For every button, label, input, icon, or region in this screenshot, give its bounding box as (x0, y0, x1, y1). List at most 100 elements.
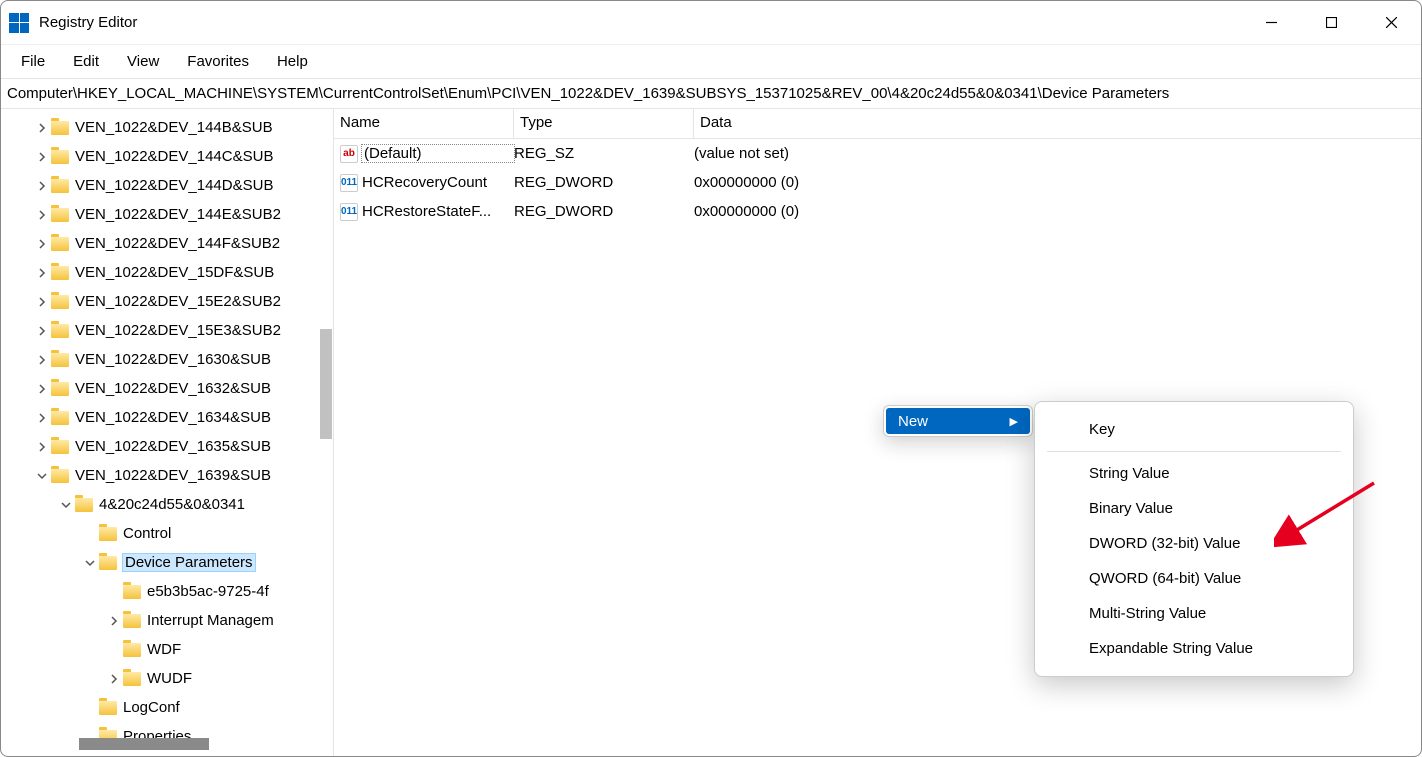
value-type: REG_DWORD (514, 203, 694, 220)
tree-expand-icon[interactable] (105, 670, 123, 688)
window-title: Registry Editor (39, 14, 1241, 31)
folder-icon (51, 440, 69, 454)
tree-item-label: VEN_1022&DEV_144F&SUB2 (75, 235, 280, 252)
tree-item-label: VEN_1022&DEV_1630&SUB (75, 351, 271, 368)
folder-icon (51, 411, 69, 425)
tree-item[interactable]: VEN_1022&DEV_1639&SUB (1, 461, 333, 490)
menu-view[interactable]: View (115, 49, 171, 74)
tree-item[interactable]: VEN_1022&DEV_144B&SUB (1, 113, 333, 142)
tree-item[interactable]: WUDF (1, 664, 333, 693)
context-item-string-value[interactable]: String Value (1035, 456, 1353, 491)
app-icon (9, 13, 29, 33)
tree-item[interactable]: VEN_1022&DEV_1635&SUB (1, 432, 333, 461)
tree-expand-icon[interactable] (33, 380, 51, 398)
context-item-dword-32-bit-value[interactable]: DWORD (32-bit) Value (1035, 526, 1353, 561)
tree-item-label: VEN_1022&DEV_15DF&SUB (75, 264, 274, 281)
folder-icon (51, 382, 69, 396)
dword-value-icon: 011 (340, 203, 358, 221)
menu-favorites[interactable]: Favorites (175, 49, 261, 74)
context-item-binary-value[interactable]: Binary Value (1035, 491, 1353, 526)
tree-expand-icon[interactable] (81, 554, 99, 572)
folder-icon (99, 527, 117, 541)
minimize-button[interactable] (1241, 1, 1301, 44)
folder-icon (51, 353, 69, 367)
context-item-multi-string-value[interactable]: Multi-String Value (1035, 596, 1353, 631)
tree-item-label: WDF (147, 641, 181, 658)
tree-expand-icon[interactable] (105, 612, 123, 630)
folder-icon (123, 672, 141, 686)
value-row[interactable]: 011HCRestoreStateF...REG_DWORD0x00000000… (334, 197, 1421, 226)
tree-expand-icon[interactable] (33, 206, 51, 224)
column-header-type[interactable]: Type (514, 109, 694, 138)
folder-icon (51, 469, 69, 483)
titlebar: Registry Editor (1, 1, 1421, 45)
tree-expand-icon[interactable] (33, 467, 51, 485)
tree-item[interactable]: Control (1, 519, 333, 548)
tree-item-label: VEN_1022&DEV_144E&SUB2 (75, 206, 281, 223)
tree-expand-icon[interactable] (33, 409, 51, 427)
value-name: HCRecoveryCount (362, 174, 514, 191)
tree-item[interactable]: VEN_1022&DEV_15DF&SUB (1, 258, 333, 287)
menu-edit[interactable]: Edit (61, 49, 111, 74)
value-data: 0x00000000 (0) (694, 174, 1421, 191)
tree-expand-icon[interactable] (33, 322, 51, 340)
tree-expand-icon[interactable] (57, 496, 75, 514)
column-header-name[interactable]: Name (334, 109, 514, 138)
tree-expand-icon[interactable] (33, 438, 51, 456)
tree-item-label: VEN_1022&DEV_1634&SUB (75, 409, 271, 426)
tree-expand-icon[interactable] (33, 177, 51, 195)
window-controls (1241, 1, 1421, 44)
menu-help[interactable]: Help (265, 49, 320, 74)
main-content: VEN_1022&DEV_144B&SUB VEN_1022&DEV_144C&S… (1, 109, 1421, 756)
tree-item[interactable]: e5b3b5ac-9725-4f (1, 577, 333, 606)
tree-expand-icon[interactable] (33, 351, 51, 369)
menu-file[interactable]: File (9, 49, 57, 74)
context-item-expandable-string-value[interactable]: Expandable String Value (1035, 631, 1353, 666)
column-header-data[interactable]: Data (694, 109, 1124, 138)
tree-item[interactable]: WDF (1, 635, 333, 664)
folder-icon (51, 121, 69, 135)
tree-item[interactable]: VEN_1022&DEV_15E2&SUB2 (1, 287, 333, 316)
context-item-new[interactable]: New ▶ (886, 408, 1030, 434)
tree-item[interactable]: Device Parameters (1, 548, 333, 577)
tree-horizontal-scrollbar-thumb[interactable] (79, 738, 209, 750)
folder-icon (99, 556, 117, 570)
tree-item[interactable]: VEN_1022&DEV_144C&SUB (1, 142, 333, 171)
dword-value-icon: 011 (340, 174, 358, 192)
tree-item-label: VEN_1022&DEV_144D&SUB (75, 177, 273, 194)
tree-expand-icon[interactable] (33, 235, 51, 253)
folder-icon (99, 701, 117, 715)
folder-icon (51, 295, 69, 309)
tree-item[interactable]: VEN_1022&DEV_1632&SUB (1, 374, 333, 403)
close-button[interactable] (1361, 1, 1421, 44)
tree-vertical-scrollbar[interactable] (319, 329, 333, 449)
maximize-button[interactable] (1301, 1, 1361, 44)
tree-pane: VEN_1022&DEV_144B&SUB VEN_1022&DEV_144C&S… (1, 109, 334, 756)
tree-item[interactable]: 4&20c24d55&0&0341 (1, 490, 333, 519)
folder-icon (51, 179, 69, 193)
tree-item-label: e5b3b5ac-9725-4f (147, 583, 269, 600)
value-row[interactable]: 011HCRecoveryCountREG_DWORD0x00000000 (0… (334, 168, 1421, 197)
value-row[interactable]: ab(Default)REG_SZ(value not set) (334, 139, 1421, 168)
tree-item[interactable]: VEN_1022&DEV_1634&SUB (1, 403, 333, 432)
tree-item[interactable]: LogConf (1, 693, 333, 722)
tree-expand-icon[interactable] (33, 148, 51, 166)
context-item-key[interactable]: Key (1035, 412, 1353, 447)
tree-item[interactable]: VEN_1022&DEV_144E&SUB2 (1, 200, 333, 229)
tree-item[interactable]: VEN_1022&DEV_1630&SUB (1, 345, 333, 374)
tree-item-label: VEN_1022&DEV_144C&SUB (75, 148, 273, 165)
folder-icon (51, 150, 69, 164)
tree-item[interactable]: VEN_1022&DEV_144D&SUB (1, 171, 333, 200)
tree-item[interactable]: VEN_1022&DEV_144F&SUB2 (1, 229, 333, 258)
tree-expand-icon[interactable] (33, 119, 51, 137)
string-value-icon: ab (340, 145, 358, 163)
address-bar[interactable]: Computer\HKEY_LOCAL_MACHINE\SYSTEM\Curre… (1, 79, 1421, 109)
context-item-qword-64-bit-value[interactable]: QWORD (64-bit) Value (1035, 561, 1353, 596)
context-menu-new-submenu: Key String ValueBinary ValueDWORD (32-bit… (1034, 401, 1354, 677)
tree-expand-icon[interactable] (33, 264, 51, 282)
tree-expand-icon[interactable] (33, 293, 51, 311)
tree-item-label: VEN_1022&DEV_1635&SUB (75, 438, 271, 455)
folder-icon (123, 614, 141, 628)
tree-item[interactable]: VEN_1022&DEV_15E3&SUB2 (1, 316, 333, 345)
tree-item[interactable]: Interrupt Managem (1, 606, 333, 635)
